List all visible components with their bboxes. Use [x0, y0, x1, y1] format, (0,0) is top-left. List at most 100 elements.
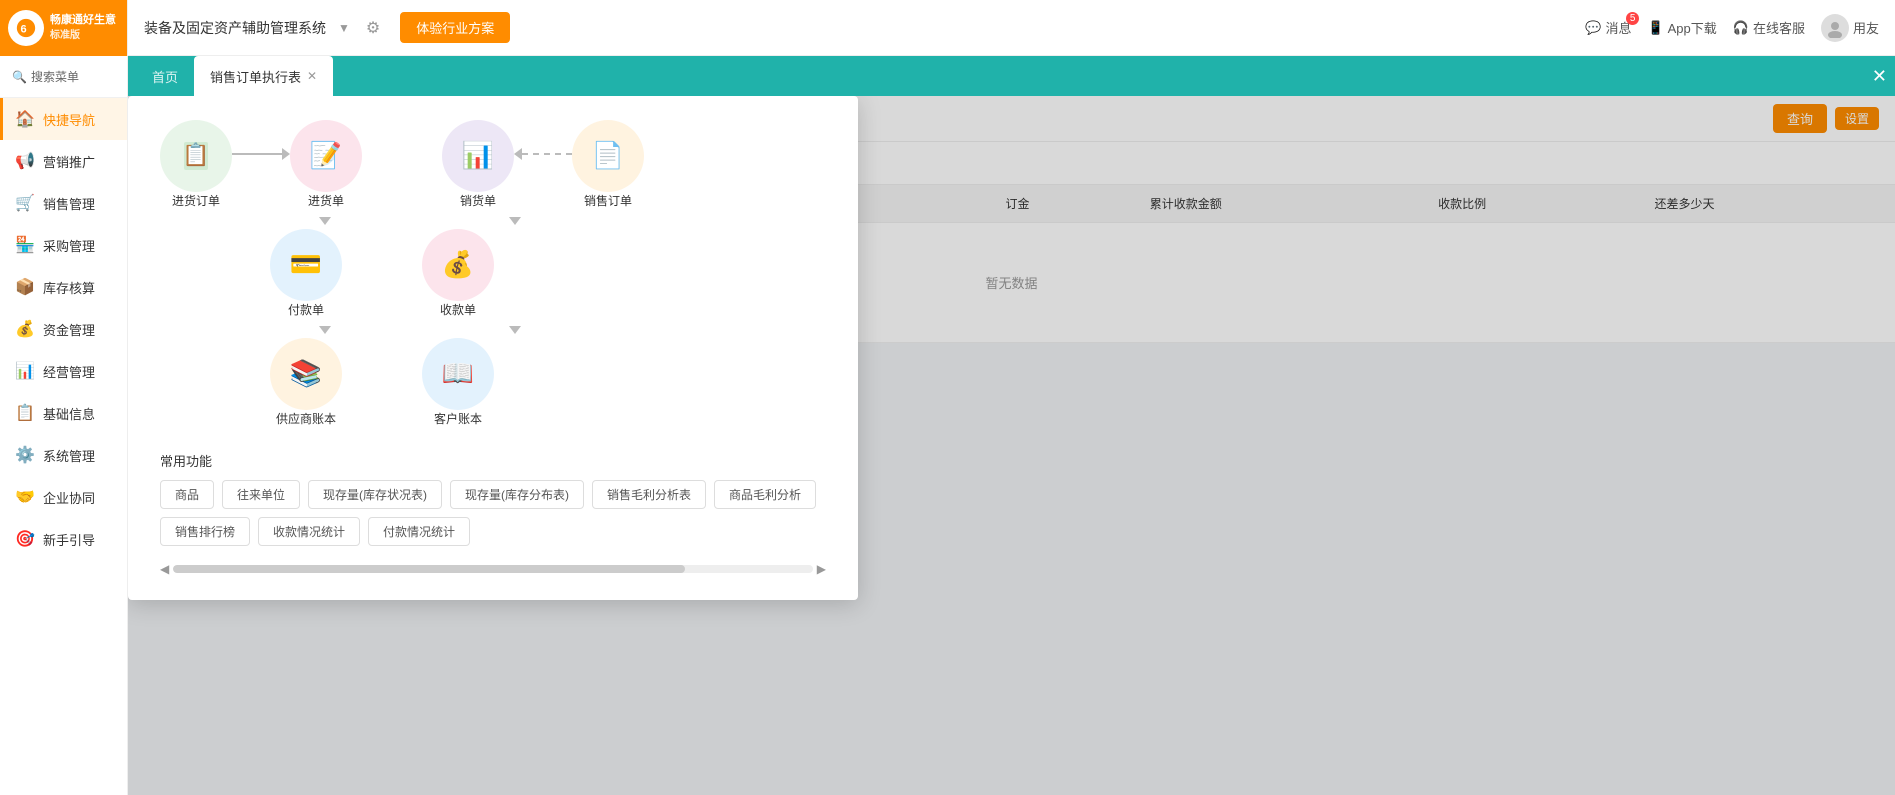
- cf-btn-sales-rank[interactable]: 销售排行榜: [160, 517, 250, 546]
- finance-icon: 💰: [15, 319, 35, 339]
- logo-text: 畅康通好生意 标准版: [50, 13, 116, 42]
- inventory-icon: 📦: [15, 277, 35, 297]
- sidebar-item-sales[interactable]: 🛒 销售管理: [0, 182, 127, 224]
- app-download-btn[interactable]: 📱 App下载: [1647, 18, 1716, 37]
- sidebar-item-marketing[interactable]: 📢 营销推广: [0, 140, 127, 182]
- sidebar-item-purchase[interactable]: 🏪 采购管理: [0, 224, 127, 266]
- tab-close-icon[interactable]: ✕: [307, 69, 317, 83]
- online-service-btn[interactable]: 🎧 在线客服: [1733, 18, 1805, 37]
- flow-col-purchase-bill: 📝 进货单: [290, 120, 362, 209]
- system-title: 装备及固定资产辅助管理系统: [144, 18, 326, 38]
- gear-icon[interactable]: ⚙: [366, 18, 380, 38]
- sidebar-item-basic-info[interactable]: 📋 基础信息: [0, 392, 127, 434]
- svg-text:📋: 📋: [182, 142, 209, 167]
- scrollbar-track[interactable]: [173, 565, 813, 573]
- sidebar-search[interactable]: 🔍 搜索菜单: [0, 56, 127, 98]
- cf-btn-payment-stat[interactable]: 付款情况统计: [368, 517, 470, 546]
- svg-text:📚: 📚: [290, 358, 322, 388]
- message-badge: 5: [1626, 12, 1640, 25]
- purchase-bill-label: 进货单: [308, 192, 344, 209]
- scroll-right-btn[interactable]: ▶: [817, 562, 826, 576]
- sidebar-item-collab[interactable]: 🤝 企业协同: [0, 476, 127, 518]
- cf-btn-receipt-stat[interactable]: 收款情况统计: [258, 517, 360, 546]
- sidebar: 6 畅康通好生意 标准版 🔍 搜索菜单 🏠 快捷导航 📢 营销推广 🛒 销售管理…: [0, 0, 128, 795]
- sidebar-item-finance[interactable]: 💰 资金管理: [0, 308, 127, 350]
- sales-icon: 🛒: [15, 193, 35, 213]
- cf-btn-goods-profit[interactable]: 商品毛利分析: [714, 480, 816, 509]
- common-function-buttons-2: 销售排行榜 收款情况统计 付款情况统计: [160, 517, 826, 546]
- purchase-bill-node[interactable]: 📝: [290, 120, 362, 192]
- flow-row-1: 📋 进货订单 📝: [160, 120, 826, 209]
- content-area: ❓ 帮助 🖨 按模板打印 ▼ 📤 导出 🔄 刷新 查询 设置: [128, 96, 1895, 795]
- sidebar-item-operations[interactable]: 📊 经营管理: [0, 350, 127, 392]
- scrollbar-thumb: [173, 565, 685, 573]
- flow-col-payment-bill: 💳 付款单: [270, 229, 342, 318]
- flow-col-sales-bill: 📊 销货单: [442, 120, 514, 209]
- close-all-tabs-btn[interactable]: ✕: [1872, 66, 1887, 87]
- purchase-order-label: 进货订单: [172, 192, 220, 209]
- search-icon: 🔍: [12, 70, 27, 84]
- sales-bill-node[interactable]: 📊: [442, 120, 514, 192]
- svg-text:📄: 📄: [592, 140, 624, 170]
- flow-col-purchase-order: 📋 进货订单: [160, 120, 232, 209]
- home-icon: 🏠: [15, 109, 35, 129]
- sales-order-node[interactable]: 📄: [572, 120, 644, 192]
- flow-arrows-down-row: [160, 217, 826, 225]
- sidebar-item-system[interactable]: ⚙️ 系统管理: [0, 434, 127, 476]
- flow-col-receipt-bill: 💰 收款单: [422, 229, 494, 318]
- flow-col-customer-ledger: 📖 客户账本: [422, 338, 494, 427]
- newbie-icon: 🎯: [15, 529, 35, 549]
- cf-btn-partners[interactable]: 往来单位: [222, 480, 300, 509]
- collab-icon: 🤝: [15, 487, 35, 507]
- flow-col-supplier-ledger: 📚 供应商账本: [270, 338, 342, 427]
- cf-btn-stock-status[interactable]: 现存量(库存状况表): [308, 480, 442, 509]
- service-icon: 🎧: [1733, 20, 1749, 36]
- app-icon: 📱: [1647, 20, 1663, 36]
- svg-text:📖: 📖: [442, 358, 474, 388]
- sidebar-item-inventory[interactable]: 📦 库存核算: [0, 266, 127, 308]
- purchase-order-node[interactable]: 📋: [160, 120, 232, 192]
- cf-btn-stock-dist[interactable]: 现存量(库存分布表): [450, 480, 584, 509]
- svg-text:6: 6: [21, 24, 27, 36]
- sidebar-nav: 🏠 快捷导航 📢 营销推广 🛒 销售管理 🏪 采购管理 📦 库存核算 💰 资金管…: [0, 98, 127, 795]
- basic-info-icon: 📋: [15, 403, 35, 423]
- cf-btn-sales-profit[interactable]: 销售毛利分析表: [592, 480, 706, 509]
- quick-guide-popup: 📋 进货订单 📝: [128, 96, 858, 600]
- flow-col-sales-order: 📄 销售订单: [572, 120, 644, 209]
- payment-bill-node[interactable]: 💳: [270, 229, 342, 301]
- common-functions: 常用功能 商品 往来单位 现存量(库存状况表) 现存量(库存分布表) 销售毛利分…: [160, 451, 826, 546]
- topbar-right: 💬 消息 5 📱 App下载 🎧 在线客服 用友: [1585, 14, 1879, 42]
- customer-ledger-node[interactable]: 📖: [422, 338, 494, 410]
- supplier-ledger-label: 供应商账本: [276, 410, 336, 427]
- tab-sales-order-exec[interactable]: 销售订单执行表 ✕: [194, 56, 333, 96]
- cf-btn-goods[interactable]: 商品: [160, 480, 214, 509]
- topbar: 装备及固定资产辅助管理系统 ▼ ⚙ 体验行业方案 💬 消息 5 📱 App下载 …: [128, 0, 1895, 56]
- sidebar-item-newbie[interactable]: 🎯 新手引导: [0, 518, 127, 560]
- purchase-icon: 🏪: [15, 235, 35, 255]
- supplier-ledger-node[interactable]: 📚: [270, 338, 342, 410]
- svg-text:💰: 💰: [442, 249, 474, 280]
- receipt-bill-node[interactable]: 💰: [422, 229, 494, 301]
- avatar: [1821, 14, 1849, 42]
- operations-icon: 📊: [15, 361, 35, 381]
- message-btn[interactable]: 💬 消息 5: [1585, 18, 1631, 37]
- tabs-bar: 首页 销售订单执行表 ✕ ✕: [128, 56, 1895, 96]
- sales-bill-label: 销货单: [460, 192, 496, 209]
- user-menu[interactable]: 用友: [1821, 14, 1879, 42]
- search-menu-button[interactable]: 🔍 搜索菜单: [8, 64, 119, 89]
- logo-icon: 6: [8, 10, 44, 46]
- system-dropdown[interactable]: ▼: [338, 21, 350, 35]
- trial-btn[interactable]: 体验行业方案: [400, 12, 510, 43]
- main-content: 装备及固定资产辅助管理系统 ▼ ⚙ 体验行业方案 💬 消息 5 📱 App下载 …: [128, 0, 1895, 795]
- sidebar-item-quick-nav[interactable]: 🏠 快捷导航: [0, 98, 127, 140]
- flow-row-2: 💳 付款单 💰 收款单: [160, 229, 826, 318]
- sidebar-logo: 6 畅康通好生意 标准版: [0, 0, 127, 56]
- payment-bill-label: 付款单: [288, 301, 324, 318]
- scroll-left-btn[interactable]: ◀: [160, 562, 169, 576]
- tab-home[interactable]: 首页: [136, 56, 194, 96]
- flow-row-3: 📚 供应商账本 📖 客户账本: [160, 338, 826, 427]
- sales-order-label: 销售订单: [584, 192, 632, 209]
- svg-text:💳: 💳: [290, 249, 322, 279]
- common-functions-title: 常用功能: [160, 451, 826, 470]
- popup-scrollbar: ◀ ▶: [160, 562, 826, 576]
